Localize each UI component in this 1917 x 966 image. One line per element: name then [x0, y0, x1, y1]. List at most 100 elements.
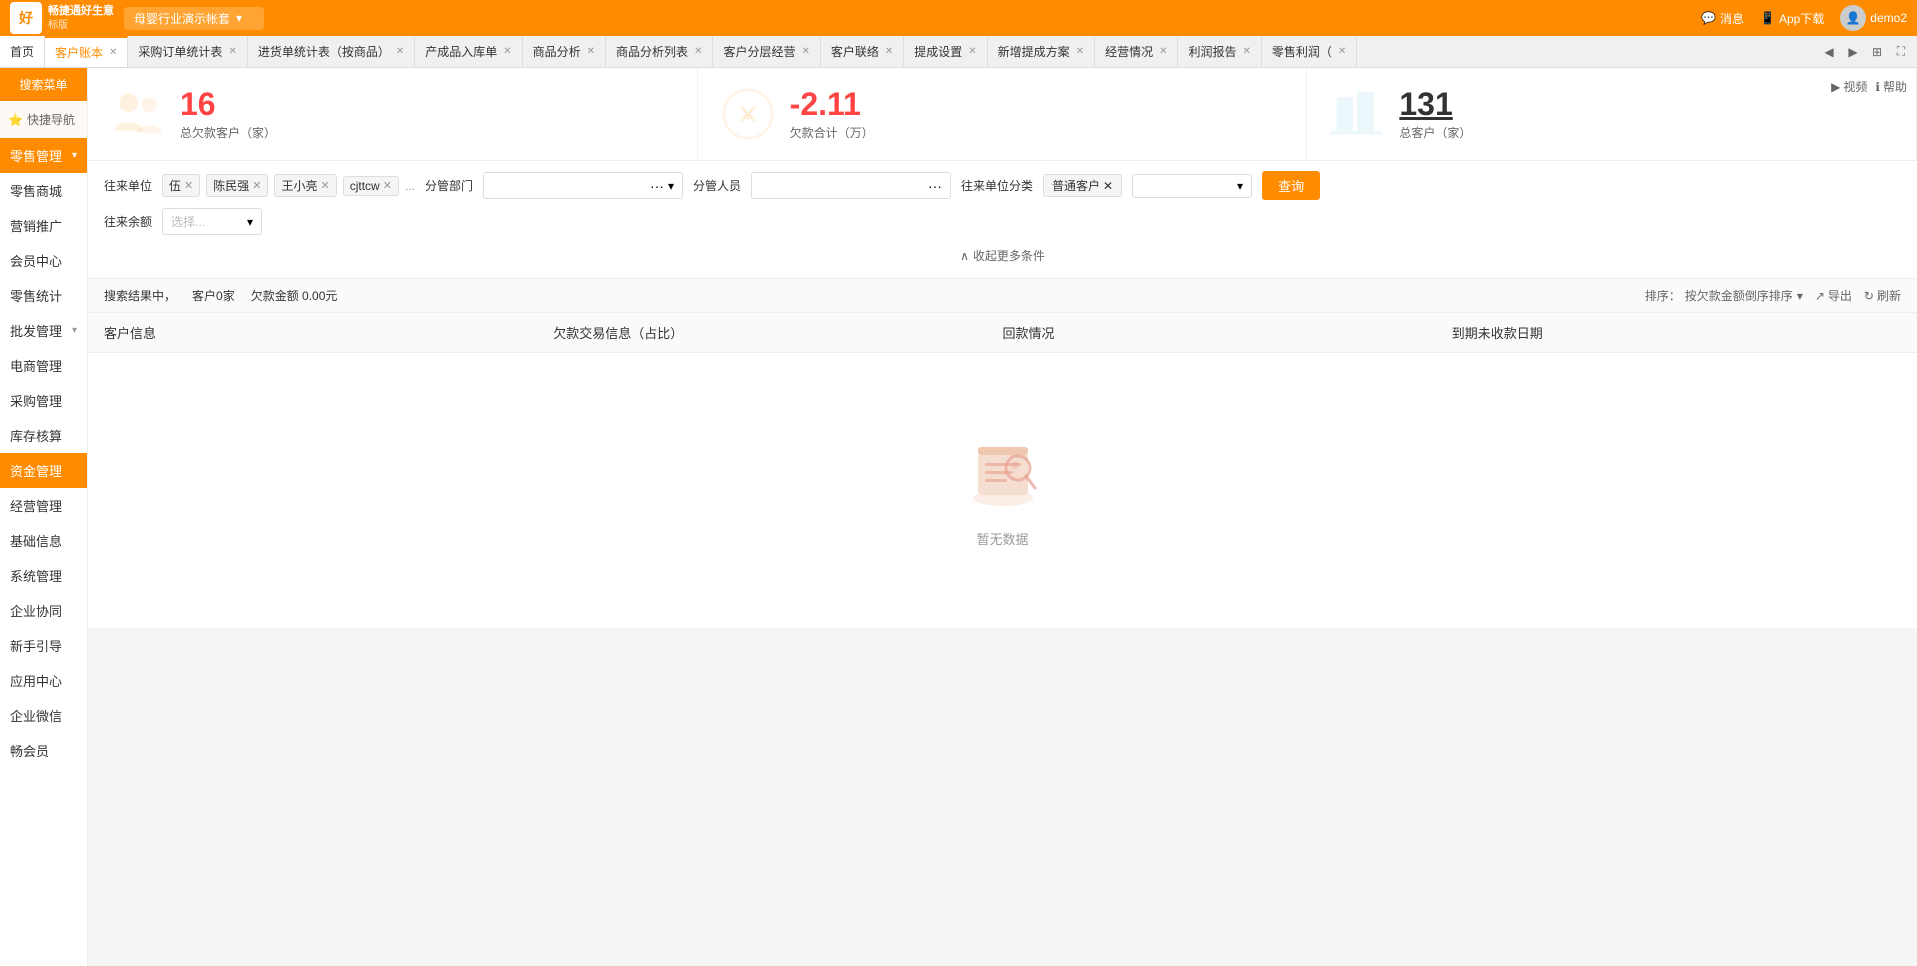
- tab-next-btn[interactable]: ▶: [1843, 42, 1863, 62]
- remove-tag-chen[interactable]: ✕: [252, 179, 261, 192]
- sort-option: 按欠款金额倒序排序: [1685, 287, 1793, 304]
- tab-customer-account[interactable]: 客户账本 ✕: [45, 36, 128, 68]
- sidebar-item-marketing[interactable]: 营销推广: [0, 208, 87, 243]
- close-tab-retail-profit[interactable]: ✕: [1338, 46, 1346, 57]
- tab-new-raise[interactable]: 新增提成方案 ✕: [988, 36, 1095, 68]
- sidebar-quick-nav[interactable]: ⭐ 快捷导航: [0, 105, 87, 134]
- tab-product-analysis-list[interactable]: 商品分析列表 ✕: [606, 36, 713, 68]
- person-label: 分管人员: [693, 177, 741, 194]
- store-selector[interactable]: 母婴行业演示帐套 ▾: [124, 7, 264, 30]
- stat-icon-total: [1327, 84, 1387, 144]
- close-tab-stock-stats[interactable]: ✕: [396, 46, 404, 57]
- filter-more-btn[interactable]: ...: [405, 179, 415, 193]
- sidebar-item-ecommerce-mgmt[interactable]: 电商管理: [0, 348, 87, 383]
- tab-customer-layer[interactable]: 客户分层经营 ✕: [713, 36, 820, 68]
- query-button[interactable]: 查询: [1262, 171, 1320, 200]
- sidebar-item-base-info[interactable]: 基础信息: [0, 523, 87, 558]
- category-select[interactable]: ▾: [1132, 174, 1252, 198]
- export-btn[interactable]: ↗ 导出: [1815, 287, 1852, 304]
- tab-product-instock[interactable]: 产成品入库单 ✕: [415, 36, 522, 68]
- close-tab-purchase-order[interactable]: ✕: [228, 46, 236, 57]
- refresh-icon: ↻: [1864, 289, 1874, 303]
- person-select[interactable]: ···: [751, 172, 951, 199]
- app-download-btn[interactable]: 📱 App下载: [1760, 10, 1824, 27]
- tab-retail-profit[interactable]: 零售利润（ ✕: [1262, 36, 1357, 68]
- dept-select[interactable]: ··· ▾: [483, 172, 683, 199]
- close-tab-product-analysis[interactable]: ✕: [587, 46, 595, 57]
- tab-expand-btn[interactable]: ⊞: [1867, 42, 1887, 62]
- collapse-btn[interactable]: ∧ 收起更多条件: [104, 243, 1901, 268]
- user-avatar[interactable]: 👤 demo2: [1840, 5, 1907, 31]
- remove-category-tag[interactable]: ✕: [1103, 179, 1113, 193]
- tab-raise-settings[interactable]: 提成设置 ✕: [904, 36, 987, 68]
- sidebar-item-retail-mall[interactable]: 零售商城: [0, 173, 87, 208]
- close-tab-customer-layer[interactable]: ✕: [801, 46, 809, 57]
- tab-biz-status[interactable]: 经营情况 ✕: [1095, 36, 1178, 68]
- close-tab-biz-status[interactable]: ✕: [1159, 46, 1167, 57]
- sidebar-item-wholesale-mgmt[interactable]: 批发管理 ▾: [0, 313, 87, 348]
- sidebar-item-ops-mgmt[interactable]: 经营管理: [0, 488, 87, 523]
- remove-tag-wang[interactable]: ✕: [321, 179, 330, 192]
- chevron-down-icon: ▾: [668, 179, 674, 193]
- sidebar-item-capital-mgmt[interactable]: 资金管理: [0, 453, 87, 488]
- avatar: 👤: [1840, 5, 1866, 31]
- filter-tag-wu[interactable]: 伍 ✕: [162, 174, 200, 197]
- unit-label: 往来单位: [104, 177, 152, 194]
- top-right: 💬 消息 📱 App下载 👤 demo2: [1701, 5, 1907, 31]
- sidebar-search[interactable]: 搜索菜单: [0, 68, 87, 101]
- sidebar-item-new-guide[interactable]: 新手引导: [0, 628, 87, 663]
- table-header: 客户信息 欠款交易信息（占比） 回款情况 到期未收款日期: [88, 313, 1917, 353]
- category-tag[interactable]: 普通客户 ✕: [1043, 174, 1122, 197]
- search-result-label: 搜索结果中，: [104, 287, 176, 304]
- tab-product-analysis[interactable]: 商品分析 ✕: [523, 36, 606, 68]
- table-header-repayment: 回款情况: [1003, 323, 1452, 342]
- table-header-due-date: 到期未收款日期: [1452, 323, 1901, 342]
- close-tab-profit-report[interactable]: ✕: [1243, 46, 1251, 57]
- close-tab-product-instock[interactable]: ✕: [503, 46, 511, 57]
- filter-tag-chen[interactable]: 陈民强 ✕: [206, 174, 268, 197]
- tab-profit-report[interactable]: 利润报告 ✕: [1178, 36, 1261, 68]
- tab-stock-stats[interactable]: 进货单统计表（按商品） ✕: [248, 36, 415, 68]
- filter-area: 往来单位 伍 ✕ 陈民强 ✕ 王小亮 ✕ cjttcw: [88, 161, 1917, 279]
- top-bar: 好 畅捷通好生意 标版 母婴行业演示帐套 ▾ 💬 消息 📱 App下载 👤 de…: [0, 0, 1917, 36]
- refresh-btn[interactable]: ↻ 刷新: [1864, 287, 1901, 304]
- close-tab-product-analysis-list[interactable]: ✕: [694, 46, 702, 57]
- filter-tag-cjttcw[interactable]: cjttcw ✕: [343, 176, 399, 196]
- remove-tag-wu[interactable]: ✕: [184, 179, 193, 192]
- help-btn[interactable]: ℹ 帮助: [1875, 78, 1907, 95]
- ellipsis-icon: ···: [650, 178, 664, 194]
- remove-tag-cjttcw[interactable]: ✕: [383, 179, 392, 192]
- close-tab-new-raise[interactable]: ✕: [1076, 46, 1084, 57]
- sidebar-item-sys-mgmt[interactable]: 系统管理: [0, 558, 87, 593]
- chevron-icon-wholesale: ▾: [72, 325, 77, 336]
- tab-home[interactable]: 首页: [0, 36, 45, 68]
- tab-actions: ◀ ▶ ⊞ ⛶: [1819, 42, 1917, 62]
- balance-select[interactable]: 选择... ▾: [162, 208, 262, 235]
- tab-customer-contact[interactable]: 客户联络 ✕: [821, 36, 904, 68]
- close-tab-customer-contact[interactable]: ✕: [885, 46, 893, 57]
- tab-prev-btn[interactable]: ◀: [1819, 42, 1839, 62]
- sidebar-item-purchase-mgmt[interactable]: 采购管理: [0, 383, 87, 418]
- export-icon: ↗: [1815, 289, 1825, 303]
- sidebar-item-retail-stats[interactable]: 零售统计: [0, 278, 87, 313]
- filter-tag-wang[interactable]: 王小亮 ✕: [274, 174, 336, 197]
- sidebar-item-inventory[interactable]: 库存核算: [0, 418, 87, 453]
- tab-fullscreen-btn[interactable]: ⛶: [1891, 42, 1911, 62]
- chevron-icon: ▾: [72, 150, 77, 161]
- sidebar-item-app-center[interactable]: 应用中心: [0, 663, 87, 698]
- tab-purchase-order[interactable]: 采购订单统计表 ✕: [128, 36, 247, 68]
- close-tab-customer-account[interactable]: ✕: [109, 47, 117, 58]
- sidebar-item-vip-member[interactable]: 畅会员: [0, 733, 87, 768]
- sidebar-item-enterprise-collab[interactable]: 企业协同: [0, 593, 87, 628]
- close-tab-raise-settings[interactable]: ✕: [968, 46, 976, 57]
- main-layout: 搜索菜单 ⭐ 快捷导航 零售管理 ▾ 零售商城 营销推广 会员中心 零售统计: [0, 68, 1917, 966]
- sidebar-item-member-center[interactable]: 会员中心: [0, 243, 87, 278]
- filter-row-2: 往来余额 选择... ▾: [104, 208, 1901, 235]
- table-header-debt: 欠款交易信息（占比）: [553, 323, 1002, 342]
- sidebar-item-retail-mgmt[interactable]: 零售管理 ▾: [0, 138, 87, 173]
- sidebar-item-enterprise-wechat[interactable]: 企业微信: [0, 698, 87, 733]
- messages-btn[interactable]: 💬 消息: [1701, 10, 1744, 27]
- sort-select[interactable]: 排序： 按欠款金额倒序排序 ▾: [1645, 287, 1803, 304]
- video-btn[interactable]: ▶ 视频: [1831, 78, 1867, 95]
- logo-text: 畅捷通好生意 标版: [48, 4, 114, 31]
